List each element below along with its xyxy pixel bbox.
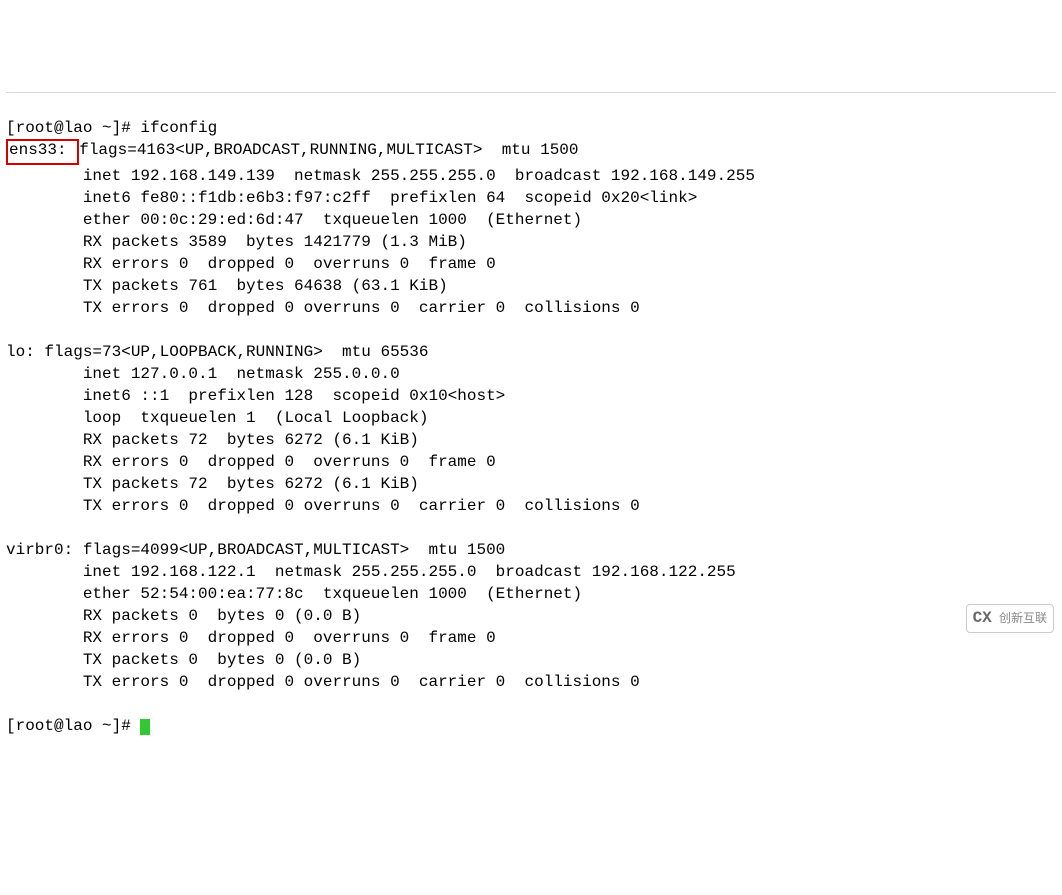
ens33-rx-packets: RX packets 3589 bytes 1421779 (1.3 MiB) bbox=[6, 233, 467, 251]
lo-rx-packets: RX packets 72 bytes 6272 (6.1 KiB) bbox=[6, 431, 419, 449]
interface-name-highlight: ens33: bbox=[6, 139, 79, 165]
lo-tx-errors: TX errors 0 dropped 0 overruns 0 carrier… bbox=[6, 497, 640, 515]
lo-tx-packets: TX packets 72 bytes 6272 (6.1 KiB) bbox=[6, 475, 419, 493]
virbr0-tx-errors: TX errors 0 dropped 0 overruns 0 carrier… bbox=[6, 673, 640, 691]
ens33-tx-packets: TX packets 761 bytes 64638 (63.1 KiB) bbox=[6, 277, 448, 295]
terminal-output[interactable]: [root@lao ~]# ifconfig ens33: flags=4163… bbox=[6, 117, 1056, 737]
virbr0-rx-errors: RX errors 0 dropped 0 overruns 0 frame 0 bbox=[6, 629, 496, 647]
window-top-border bbox=[6, 92, 1056, 93]
shell-prompt-line-2: [root@lao ~]# bbox=[6, 717, 140, 735]
lo-flags: lo: flags=73<UP,LOOPBACK,RUNNING> mtu 65… bbox=[6, 343, 428, 361]
ens33-ether: ether 00:0c:29:ed:6d:47 txqueuelen 1000 … bbox=[6, 211, 582, 229]
shell-prompt-line-1: [root@lao ~]# ifconfig bbox=[6, 119, 217, 137]
ens33-inet6: inet6 fe80::f1db:e6b3:f97:c2ff prefixlen… bbox=[6, 189, 697, 207]
ens33-flags: flags=4163<UP,BROADCAST,RUNNING,MULTICAS… bbox=[79, 141, 578, 159]
lo-rx-errors: RX errors 0 dropped 0 overruns 0 frame 0 bbox=[6, 453, 496, 471]
virbr0-inet: inet 192.168.122.1 netmask 255.255.255.0… bbox=[6, 563, 736, 581]
ens33-rx-errors: RX errors 0 dropped 0 overruns 0 frame 0 bbox=[6, 255, 496, 273]
terminal-cursor[interactable] bbox=[140, 719, 150, 735]
lo-inet: inet 127.0.0.1 netmask 255.0.0.0 bbox=[6, 365, 400, 383]
ens33-inet: inet 192.168.149.139 netmask 255.255.255… bbox=[6, 167, 755, 185]
virbr0-rx-packets: RX packets 0 bytes 0 (0.0 B) bbox=[6, 607, 361, 625]
virbr0-ether: ether 52:54:00:ea:77:8c txqueuelen 1000 … bbox=[6, 585, 582, 603]
lo-loop: loop txqueuelen 1 (Local Loopback) bbox=[6, 409, 428, 427]
lo-inet6: inet6 ::1 prefixlen 128 scopeid 0x10<hos… bbox=[6, 387, 505, 405]
ens33-tx-errors: TX errors 0 dropped 0 overruns 0 carrier… bbox=[6, 299, 640, 317]
virbr0-tx-packets: TX packets 0 bytes 0 (0.0 B) bbox=[6, 651, 361, 669]
virbr0-flags: virbr0: flags=4099<UP,BROADCAST,MULTICAS… bbox=[6, 541, 505, 559]
